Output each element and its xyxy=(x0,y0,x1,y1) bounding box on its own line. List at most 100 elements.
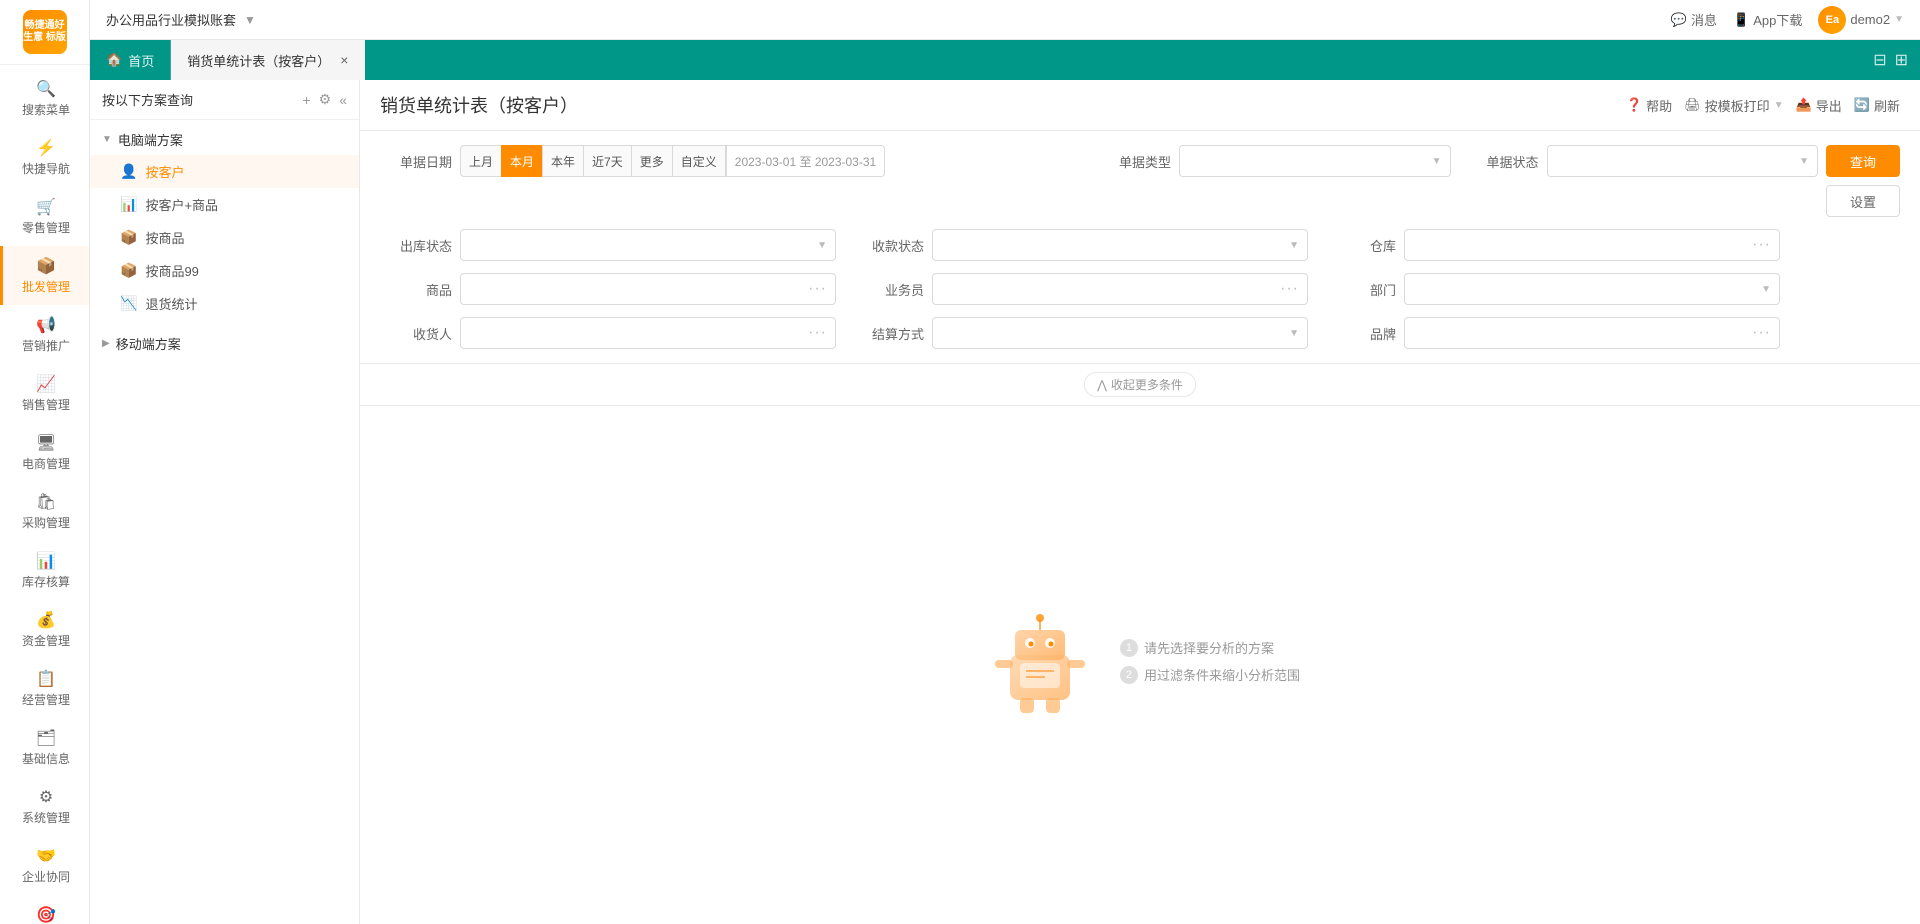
tab-maximize-button[interactable]: ⊞ xyxy=(1895,50,1908,70)
sidebar-item-wholesale[interactable]: 📦 批发管理 xyxy=(0,246,89,305)
sidebar-item-ecommerce[interactable]: 🖥 电商管理 xyxy=(0,423,89,482)
payment-method-label: 结算方式 xyxy=(852,324,932,343)
scheme-by-customer-product[interactable]: 📊 按客户+商品 xyxy=(90,188,359,221)
scheme-settings-button[interactable]: ⚙ xyxy=(319,91,332,108)
payment-method-select[interactable]: ▼ xyxy=(932,317,1308,349)
by-product-label: 按商品 xyxy=(145,228,184,247)
order-type-label: 单据类型 xyxy=(1099,152,1179,171)
scheme-by-product99[interactable]: 📦 按商品99 xyxy=(90,254,359,287)
order-status-select[interactable]: ▼ xyxy=(1547,145,1819,177)
sidebar-item-inventory[interactable]: 📊 库存核算 xyxy=(0,541,89,600)
sidebar-item-sales-label: 销售管理 xyxy=(22,396,70,413)
sidebar-item-finance-label: 资金管理 xyxy=(22,632,70,649)
tab-close-button[interactable]: × xyxy=(340,52,348,68)
message-button[interactable]: 💬 消息 xyxy=(1671,10,1717,29)
panel-collapse-button[interactable]: « xyxy=(339,92,347,108)
date-more-btn[interactable]: 更多 xyxy=(631,145,672,177)
sidebar-item-newbie[interactable]: 🎯 新手引导 xyxy=(0,895,89,924)
sidebar-item-system[interactable]: ⚙ 系统管理 xyxy=(0,777,89,836)
avatar: Ea xyxy=(1818,6,1846,34)
header-dropdown-icon[interactable]: ▼ xyxy=(244,13,256,27)
retail-icon: 🛒 xyxy=(36,197,56,217)
sidebar-item-search[interactable]: 🔍 搜索菜单 xyxy=(0,69,89,128)
sidebar-item-purchase[interactable]: 🛍 采购管理 xyxy=(0,482,89,541)
user-dropdown-icon: ▼ xyxy=(1894,14,1904,25)
scheme-return-stats[interactable]: 📉 退货统计 xyxy=(90,287,359,320)
out-status-select[interactable]: ▼ xyxy=(460,229,836,261)
receive-status-select[interactable]: ▼ xyxy=(932,229,1308,261)
tab-home[interactable]: 🏠 首页 xyxy=(90,40,171,80)
date-label: 单据日期 xyxy=(380,152,460,171)
receiver-more-icon: ··· xyxy=(808,324,827,342)
sidebar-item-ecommerce-label: 电商管理 xyxy=(22,455,70,472)
query-button[interactable]: 查询 xyxy=(1826,145,1900,177)
return-stats-label: 退货统计 xyxy=(145,294,197,313)
mobile-scheme-group[interactable]: ▶ 移动端方案 xyxy=(90,328,359,359)
tab-bar: 🏠 首页 销货单统计表（按客户） × ⊟ ⊞ xyxy=(90,40,1920,80)
inventory-icon: 📊 xyxy=(36,551,56,571)
date-this-month-btn[interactable]: 本月 xyxy=(501,145,542,177)
date-last-month-btn[interactable]: 上月 xyxy=(460,145,501,177)
date-this-year-btn[interactable]: 本年 xyxy=(542,145,583,177)
by-product99-icon: 📦 xyxy=(120,262,137,279)
by-customer-icon: 👤 xyxy=(120,163,137,180)
sidebar-item-sales[interactable]: 📈 销售管理 xyxy=(0,364,89,423)
add-scheme-button[interactable]: + xyxy=(302,92,310,108)
sidebar-item-retail[interactable]: 🛒 零售管理 xyxy=(0,187,89,246)
department-select[interactable]: ▼ xyxy=(1404,273,1780,305)
desktop-scheme-group[interactable]: ▼ 电脑端方案 xyxy=(90,124,359,155)
warehouse-input[interactable]: ··· xyxy=(1404,229,1780,261)
left-panel-header: 按以下方案查询 + ⚙ « xyxy=(90,80,359,120)
sidebar-item-operations[interactable]: 📋 经营管理 xyxy=(0,659,89,718)
brand-more-icon: ··· xyxy=(1752,324,1771,342)
date-custom-btn[interactable]: 自定义 xyxy=(672,145,726,177)
department-label: 部门 xyxy=(1324,280,1404,299)
purchase-icon: 🛍 xyxy=(36,492,56,512)
order-status-dropdown-icon: ▼ xyxy=(1799,156,1809,167)
sidebar-item-finance[interactable]: 💰 资金管理 xyxy=(0,600,89,659)
desktop-group-expand-icon: ▼ xyxy=(102,134,112,145)
user-menu-button[interactable]: Ea demo2 ▼ xyxy=(1818,6,1904,34)
sidebar-item-basic[interactable]: 🗂 基础信息 xyxy=(0,718,89,777)
refresh-button[interactable]: 🔄 刷新 xyxy=(1854,96,1900,115)
sidebar-item-marketing[interactable]: 📢 营销推广 xyxy=(0,305,89,364)
sidebar-item-quicknav[interactable]: ⚡ 快捷导航 xyxy=(0,128,89,187)
sidebar-item-enterprise[interactable]: 🤝 企业协同 xyxy=(0,836,89,895)
date-last7days-btn[interactable]: 近7天 xyxy=(583,145,631,177)
help-button[interactable]: ❓ 帮助 xyxy=(1626,96,1672,115)
export-button[interactable]: 📤 导出 xyxy=(1796,96,1842,115)
query-action-buttons: 查询 设置 xyxy=(1826,145,1900,217)
collapse-conditions-button[interactable]: ⋀ 收起更多条件 xyxy=(1084,372,1196,397)
app-download-button[interactable]: 📱 App下载 xyxy=(1733,10,1802,29)
empty-illustration xyxy=(980,605,1100,725)
payment-dropdown-icon: ▼ xyxy=(1289,328,1299,339)
brand-input[interactable]: ··· xyxy=(1404,317,1780,349)
basic-icon: 🗂 xyxy=(36,728,56,748)
ecommerce-icon: 🖥 xyxy=(36,433,56,453)
template-print-button[interactable]: 🖨 按模板打印 ▼ xyxy=(1684,96,1783,115)
search-nav-icon: 🔍 xyxy=(36,79,56,99)
empty-tip-2: 2 用过滤条件来缩小分析范围 xyxy=(1120,665,1300,684)
scheme-by-customer[interactable]: 👤 按客户 xyxy=(90,155,359,188)
by-product-icon: 📦 xyxy=(120,229,137,246)
settings-button[interactable]: 设置 xyxy=(1826,185,1900,217)
right-panel: 销货单统计表（按客户） ❓ 帮助 🖨 按模板打印 ▼ 📤 导出 xyxy=(360,80,1920,924)
department-dropdown-icon: ▼ xyxy=(1761,284,1771,295)
empty-tips: 1 请先选择要分析的方案 2 用过滤条件来缩小分析范围 xyxy=(1120,638,1300,692)
left-panel-actions: + ⚙ « xyxy=(302,91,347,108)
date-range-input[interactable]: 2023-03-01 至 2023-03-31 xyxy=(726,145,885,177)
finance-icon: 💰 xyxy=(36,610,56,630)
salesperson-more-icon: ··· xyxy=(1280,280,1299,298)
left-panel: 按以下方案查询 + ⚙ « ▼ 电脑端方案 👤 按客户 📊 按 xyxy=(90,80,360,924)
salesperson-input[interactable]: ··· xyxy=(932,273,1308,305)
receiver-label: 收货人 xyxy=(380,324,460,343)
product-input[interactable]: ··· xyxy=(460,273,836,305)
receiver-input[interactable]: ··· xyxy=(460,317,836,349)
tab-sales-stats[interactable]: 销货单统计表（按客户） × xyxy=(171,40,365,80)
order-type-select[interactable]: ▼ xyxy=(1179,145,1451,177)
scheme-by-product[interactable]: 📦 按商品 xyxy=(90,221,359,254)
warehouse-more-icon: ··· xyxy=(1752,236,1771,254)
tab-minimize-button[interactable]: ⊟ xyxy=(1873,50,1886,70)
order-status-label: 单据状态 xyxy=(1467,152,1547,171)
sidebar-item-basic-label: 基础信息 xyxy=(22,750,70,767)
